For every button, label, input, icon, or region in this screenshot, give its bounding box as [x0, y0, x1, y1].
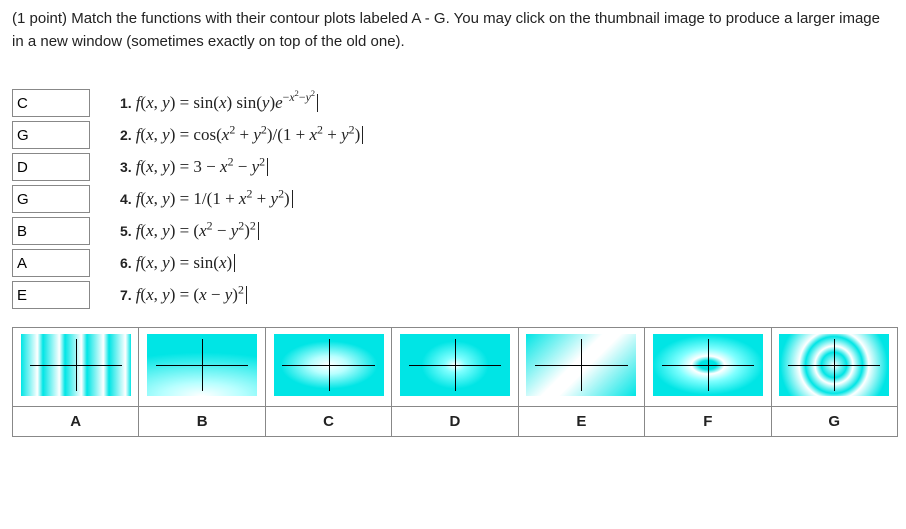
thumbnail-label-b: B	[139, 407, 265, 437]
cursor-bar-icon	[267, 158, 268, 176]
thumbnails-table: ABCDEFG	[12, 327, 898, 437]
thumbnail-label-e: E	[518, 407, 644, 437]
equation-text: f(x, y) = (x − y)2	[136, 285, 244, 305]
match-row: 6.f(x, y) = sin(x)	[12, 249, 894, 277]
contour-plot-thumbnail[interactable]	[526, 334, 636, 396]
answer-input-2[interactable]	[12, 121, 90, 149]
match-row: 5.f(x, y) = (x2 − y2)2	[12, 217, 894, 245]
thumbnail-cell-d[interactable]	[392, 328, 518, 407]
contour-plot-thumbnail[interactable]	[274, 334, 384, 396]
match-row: 7.f(x, y) = (x − y)2	[12, 281, 894, 309]
equation-number: 7.	[120, 287, 132, 303]
cursor-bar-icon	[292, 190, 293, 208]
match-row: 4.f(x, y) = 1/(1 + x2 + y2)	[12, 185, 894, 213]
equation-text: f(x, y) = 3 − x2 − y2	[136, 157, 265, 177]
thumbnail-label-g: G	[771, 407, 897, 437]
thumbnail-cell-c[interactable]	[265, 328, 391, 407]
cursor-bar-icon	[258, 222, 259, 240]
answer-input-3[interactable]	[12, 153, 90, 181]
answer-input-4[interactable]	[12, 185, 90, 213]
equation-number: 2.	[120, 127, 132, 143]
match-row: 3.f(x, y) = 3 − x2 − y2	[12, 153, 894, 181]
contour-plot-thumbnail[interactable]	[779, 334, 889, 396]
answer-input-7[interactable]	[12, 281, 90, 309]
equation-number: 4.	[120, 191, 132, 207]
contour-plot-thumbnail[interactable]	[653, 334, 763, 396]
equation-text: f(x, y) = (x2 − y2)2	[136, 221, 256, 241]
question-points: (1 point)	[12, 10, 71, 27]
equation-text: f(x, y) = sin(x)	[136, 253, 232, 273]
thumbnail-label-c: C	[265, 407, 391, 437]
contour-plot-thumbnail[interactable]	[147, 334, 257, 396]
thumbnail-cell-g[interactable]	[771, 328, 897, 407]
cursor-bar-icon	[246, 286, 247, 304]
contour-plot-thumbnail[interactable]	[400, 334, 510, 396]
equation-text: f(x, y) = cos(x2 + y2)/(1 + x2 + y2)	[136, 125, 361, 145]
question-body: Match the functions with their contour p…	[12, 10, 880, 50]
equation-number: 5.	[120, 223, 132, 239]
match-row: 2.f(x, y) = cos(x2 + y2)/(1 + x2 + y2)	[12, 121, 894, 149]
cursor-bar-icon	[362, 126, 363, 144]
equation-number: 3.	[120, 159, 132, 175]
equation-number: 6.	[120, 255, 132, 271]
thumbnails-row	[13, 328, 898, 407]
match-list: 1.f(x, y) = sin(x) sin(y)e−x2−y22.f(x, y…	[12, 89, 894, 309]
cursor-bar-icon	[317, 94, 318, 112]
answer-input-1[interactable]	[12, 89, 90, 117]
thumbnails-label-row: ABCDEFG	[13, 407, 898, 437]
thumbnail-cell-b[interactable]	[139, 328, 265, 407]
equation-text: f(x, y) = sin(x) sin(y)e−x2−y2	[136, 93, 315, 113]
equation-number: 1.	[120, 95, 132, 111]
question-text: (1 point) Match the functions with their…	[12, 8, 894, 53]
contour-plot-thumbnail[interactable]	[21, 334, 131, 396]
answer-input-5[interactable]	[12, 217, 90, 245]
thumbnail-label-d: D	[392, 407, 518, 437]
thumbnail-label-a: A	[13, 407, 139, 437]
thumbnail-cell-f[interactable]	[645, 328, 771, 407]
answer-input-6[interactable]	[12, 249, 90, 277]
match-row: 1.f(x, y) = sin(x) sin(y)e−x2−y2	[12, 89, 894, 117]
thumbnail-cell-e[interactable]	[518, 328, 644, 407]
thumbnail-cell-a[interactable]	[13, 328, 139, 407]
cursor-bar-icon	[234, 254, 235, 272]
equation-text: f(x, y) = 1/(1 + x2 + y2)	[136, 189, 290, 209]
thumbnail-label-f: F	[645, 407, 771, 437]
